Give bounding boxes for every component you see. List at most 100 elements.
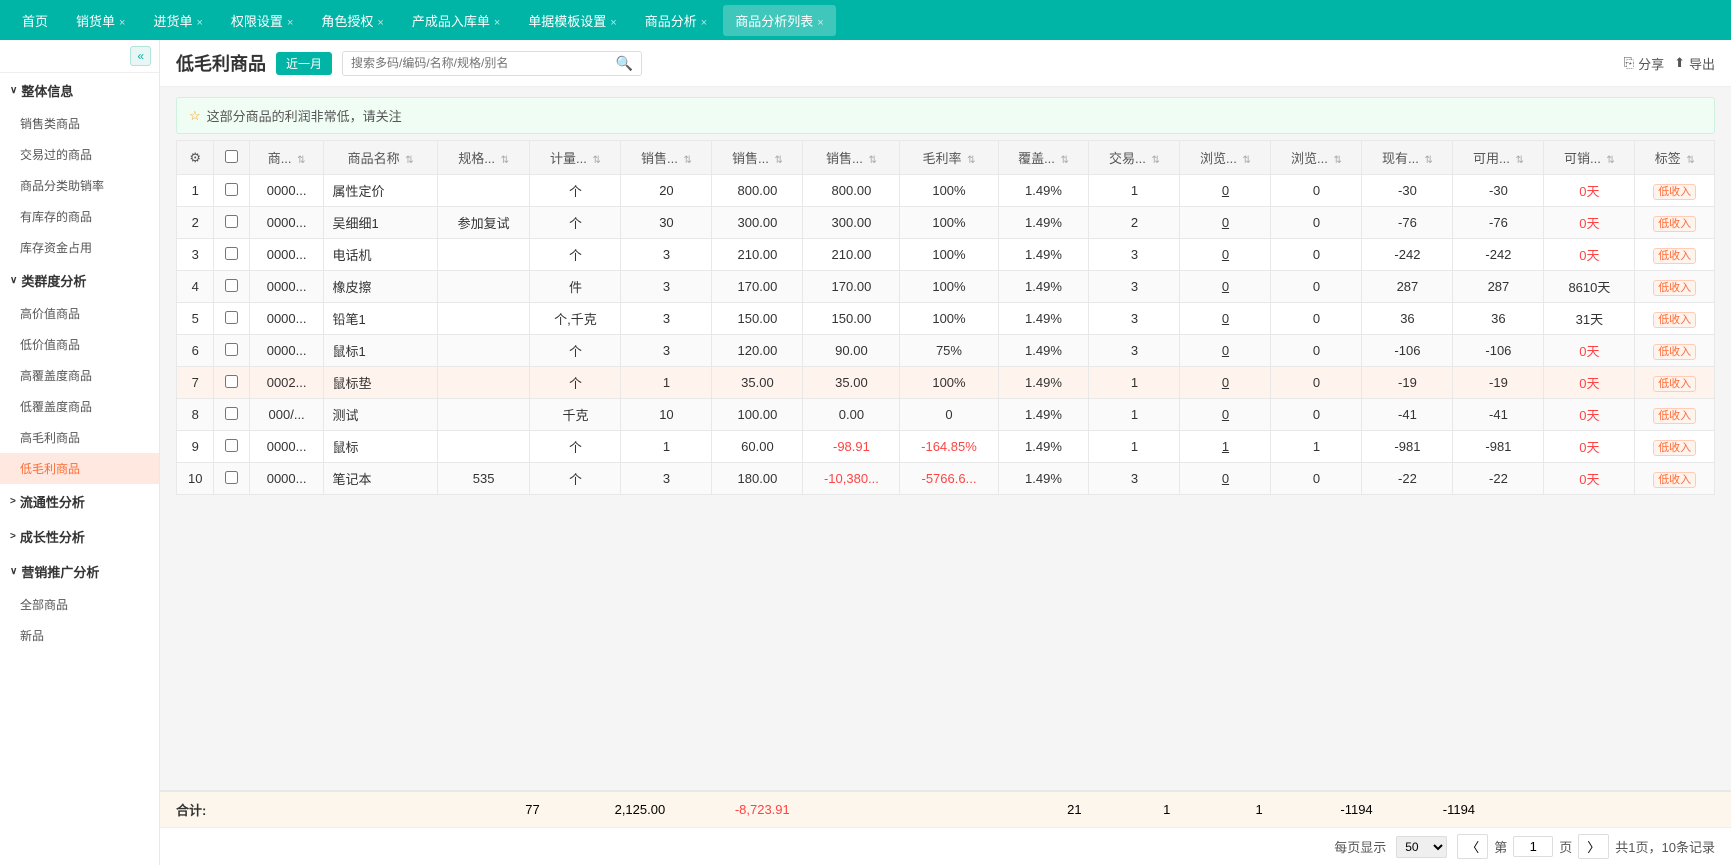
- row-browse1[interactable]: 0: [1180, 271, 1271, 303]
- col-name[interactable]: 商品名称 ⇅: [324, 141, 437, 175]
- row-checkbox[interactable]: [214, 399, 249, 431]
- nav-item-首页[interactable]: 首页: [10, 5, 60, 36]
- page-input[interactable]: [1513, 836, 1553, 857]
- row-browse1[interactable]: 1: [1180, 431, 1271, 463]
- row-coverage: 1.49%: [998, 463, 1089, 495]
- nav-close-icon[interactable]: ×: [287, 17, 293, 29]
- nav-close-icon[interactable]: ×: [196, 17, 202, 29]
- col-unit[interactable]: 计量... ⇅: [530, 141, 621, 175]
- row-name: 铅笔1: [324, 303, 437, 335]
- sidebar-group-营销推广分析[interactable]: ∨营销推广分析: [0, 554, 159, 589]
- col-setting[interactable]: ⚙: [177, 141, 214, 175]
- sidebar-group-成长性分析[interactable]: >成长性分析: [0, 519, 159, 554]
- row-current: -41: [1362, 399, 1453, 431]
- table-container[interactable]: ⚙ 商... ⇅ 商品名称 ⇅ 规格... ⇅ 计量... ⇅ 销售... ⇅ …: [160, 140, 1731, 790]
- nav-close-icon[interactable]: ×: [377, 17, 383, 29]
- export-button[interactable]: ⬆ 导出: [1674, 54, 1715, 73]
- col-current[interactable]: 现有... ⇅: [1362, 141, 1453, 175]
- nav-item-角色授权[interactable]: 角色授权×: [309, 5, 395, 36]
- row-browse1[interactable]: 0: [1180, 303, 1271, 335]
- col-checkbox[interactable]: [214, 141, 249, 175]
- nav-item-进货单[interactable]: 进货单×: [141, 5, 214, 36]
- page-size-select[interactable]: 50 100: [1396, 836, 1447, 858]
- sidebar-item-低价值商品[interactable]: 低价值商品: [0, 329, 159, 360]
- row-checkbox[interactable]: [214, 239, 249, 271]
- col-available[interactable]: 可用... ⇅: [1453, 141, 1544, 175]
- col-gross-rate[interactable]: 毛利率 ⇅: [900, 141, 998, 175]
- row-checkbox[interactable]: [214, 303, 249, 335]
- sidebar-group-类群度分析[interactable]: ∨类群度分析: [0, 263, 159, 298]
- row-sale-profit: -10,380...: [803, 463, 900, 495]
- row-browse1[interactable]: 0: [1180, 367, 1271, 399]
- total-browse2: 1: [1234, 802, 1284, 817]
- row-saleable: 0天: [1544, 399, 1635, 431]
- row-code: 0000...: [249, 175, 324, 207]
- sidebar-group-流通性分析[interactable]: >流通性分析: [0, 484, 159, 519]
- col-code[interactable]: 商... ⇅: [249, 141, 324, 175]
- prev-page-btn[interactable]: 〈: [1457, 834, 1488, 859]
- sidebar-item-有库存的商品[interactable]: 有库存的商品: [0, 201, 159, 232]
- row-browse1[interactable]: 0: [1180, 335, 1271, 367]
- row-checkbox[interactable]: [214, 271, 249, 303]
- nav-item-产成品入库单[interactable]: 产成品入库单×: [400, 5, 512, 36]
- row-checkbox[interactable]: [214, 207, 249, 239]
- nav-close-icon[interactable]: ×: [610, 17, 616, 29]
- row-browse2: 0: [1271, 335, 1362, 367]
- sidebar-item-高价值商品[interactable]: 高价值商品: [0, 298, 159, 329]
- nav-item-权限设置[interactable]: 权限设置×: [219, 5, 305, 36]
- select-all-checkbox[interactable]: [225, 150, 238, 163]
- next-page-btn[interactable]: 〉: [1578, 834, 1609, 859]
- col-browse2[interactable]: 浏览... ⇅: [1271, 141, 1362, 175]
- nav-close-icon[interactable]: ×: [701, 17, 707, 29]
- row-checkbox[interactable]: [214, 367, 249, 399]
- nav-item-商品分析列表[interactable]: 商品分析列表×: [723, 5, 835, 36]
- row-browse1[interactable]: 0: [1180, 239, 1271, 271]
- row-tag: 低收入: [1635, 207, 1715, 239]
- nav-close-icon[interactable]: ×: [119, 17, 125, 29]
- row-checkbox[interactable]: [214, 335, 249, 367]
- nav-close-icon[interactable]: ×: [494, 17, 500, 29]
- sidebar-item-高覆盖度商品[interactable]: 高覆盖度商品: [0, 360, 159, 391]
- row-browse1[interactable]: 0: [1180, 175, 1271, 207]
- col-tag[interactable]: 标签 ⇅: [1635, 141, 1715, 175]
- total-browse1: 1: [1142, 802, 1192, 817]
- nav-close-icon[interactable]: ×: [817, 17, 823, 29]
- nav-item-单据模板设置[interactable]: 单据模板设置×: [516, 5, 628, 36]
- row-sale-amount: 800.00: [712, 175, 803, 207]
- date-filter-btn[interactable]: 近一月: [276, 52, 332, 75]
- sidebar-item-销售类商品[interactable]: 销售类商品: [0, 108, 159, 139]
- row-available: 36: [1453, 303, 1544, 335]
- sidebar-item-商品分类助销率[interactable]: 商品分类助销率: [0, 170, 159, 201]
- col-spec[interactable]: 规格... ⇅: [437, 141, 530, 175]
- sidebar-item-高毛利商品[interactable]: 高毛利商品: [0, 422, 159, 453]
- sidebar-item-交易过的商品[interactable]: 交易过的商品: [0, 139, 159, 170]
- table-row: 1 0000... 属性定价 个 20 800.00 800.00 100% 1…: [177, 175, 1715, 207]
- search-input[interactable]: [351, 56, 616, 70]
- row-browse1[interactable]: 0: [1180, 399, 1271, 431]
- row-saleable: 0天: [1544, 431, 1635, 463]
- share-button[interactable]: ⎘ 分享: [1624, 54, 1664, 73]
- search-icon: 🔍: [616, 55, 633, 72]
- col-sale-profit[interactable]: 销售... ⇅: [803, 141, 900, 175]
- col-coverage[interactable]: 覆盖... ⇅: [998, 141, 1089, 175]
- sidebar-collapse-btn[interactable]: «: [130, 46, 151, 66]
- nav-item-销货单[interactable]: 销货单×: [64, 5, 137, 36]
- page-header: 低毛利商品 近一月 🔍 ⎘ 分享 ⬆ 导出: [160, 40, 1731, 87]
- sidebar-group-整体信息[interactable]: ∨整体信息: [0, 73, 159, 108]
- col-browse1[interactable]: 浏览... ⇅: [1180, 141, 1271, 175]
- sidebar-item-全部商品[interactable]: 全部商品: [0, 589, 159, 620]
- col-trade[interactable]: 交易... ⇅: [1089, 141, 1180, 175]
- row-browse1[interactable]: 0: [1180, 463, 1271, 495]
- row-checkbox[interactable]: [214, 175, 249, 207]
- col-sale-qty[interactable]: 销售... ⇅: [621, 141, 712, 175]
- row-checkbox[interactable]: [214, 463, 249, 495]
- col-saleable[interactable]: 可销... ⇅: [1544, 141, 1635, 175]
- row-checkbox[interactable]: [214, 431, 249, 463]
- sidebar-item-低覆盖度商品[interactable]: 低覆盖度商品: [0, 391, 159, 422]
- sidebar-item-低毛利商品[interactable]: 低毛利商品: [0, 453, 159, 484]
- row-browse1[interactable]: 0: [1180, 207, 1271, 239]
- col-sale-amount[interactable]: 销售... ⇅: [712, 141, 803, 175]
- sidebar-item-新品[interactable]: 新品: [0, 620, 159, 651]
- nav-item-商品分析[interactable]: 商品分析×: [633, 5, 719, 36]
- sidebar-item-库存资金占用[interactable]: 库存资金占用: [0, 232, 159, 263]
